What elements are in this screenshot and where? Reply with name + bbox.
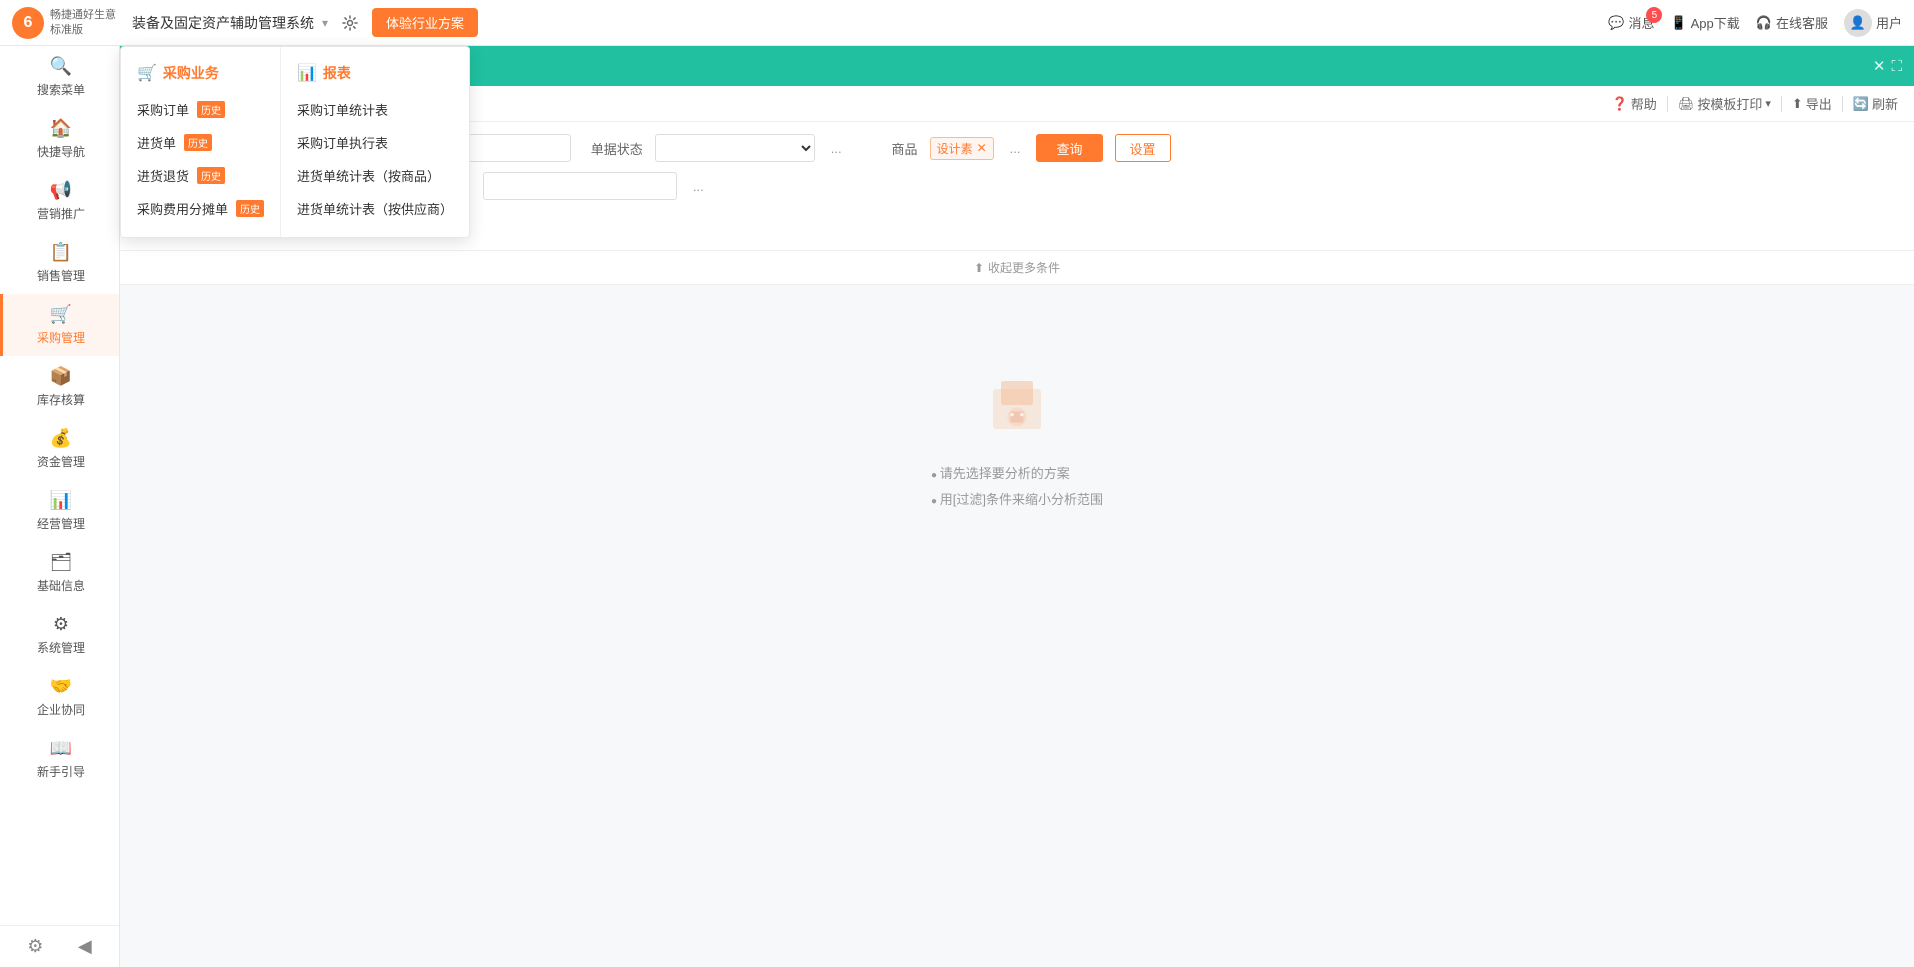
purchase-dropdown-menu: 🛒 采购业务 采购订单 历史 进货单 历史 进货退货 历史 采购费用分摊单 历史…: [120, 46, 470, 238]
basic-icon: 🗂: [50, 552, 73, 573]
product-tag: 设计素 ✕: [930, 137, 994, 160]
collapse-btn[interactable]: ⬆ 收起更多条件: [974, 259, 1060, 276]
export-icon: ⬆: [1792, 96, 1803, 112]
doc-status-select[interactable]: [655, 134, 815, 162]
export-btn[interactable]: ⬆ 导出: [1792, 94, 1832, 113]
print-icon: 🖨: [1678, 96, 1695, 112]
app-download-btn[interactable]: 📱 App下载: [1670, 13, 1739, 32]
menu-item-inbound-stat-product[interactable]: 进货单统计表（按商品）: [281, 159, 469, 192]
dropdown-col-business: 🛒 采购业务 采购订单 历史 进货单 历史 进货退货 历史 采购费用分摊单 历史: [121, 47, 281, 237]
system-icon: ⚙: [53, 614, 69, 635]
menu-item-purchase-order[interactable]: 采购订单 历史: [121, 93, 280, 126]
history-badge-3: 历史: [236, 200, 264, 217]
coop-icon: 🤝: [50, 676, 72, 697]
query-btn[interactable]: 查询: [1036, 134, 1102, 162]
sidebar-item-search[interactable]: 🔍 搜索菜单: [0, 46, 119, 108]
salesperson-dots[interactable]: ...: [689, 179, 708, 194]
sidebar-item-coop[interactable]: 🤝 企业协同: [0, 666, 119, 728]
sidebar-bottom: ⚙ ◀: [0, 925, 119, 967]
menu-item-order-exec[interactable]: 采购订单执行表: [281, 126, 469, 159]
empty-tip-1: 请先选择要分析的方案: [931, 461, 1103, 487]
headset-icon: 🎧: [1756, 15, 1772, 31]
top-right: 💬 消息 5 📱 App下载 🎧 在线客服 👤 用户: [1608, 9, 1902, 37]
sidebar-item-sales[interactable]: 📋 销售管理: [0, 232, 119, 294]
help-icon: ❓: [1612, 96, 1628, 112]
system-title-area: 装备及固定资产辅助管理系统 ▾ 体验行业方案: [132, 8, 1608, 37]
tab-maximize-icon[interactable]: ⛶: [1891, 58, 1902, 75]
tab-right-icons: ✕ ⛶: [1861, 46, 1914, 86]
collapse-row: ⬆ 收起更多条件: [120, 251, 1914, 285]
industry-btn[interactable]: 体验行业方案: [372, 8, 478, 37]
capital-icon: 💰: [50, 428, 72, 449]
tab-minimize-icon[interactable]: ✕: [1873, 57, 1886, 75]
doc-status-dots[interactable]: ...: [827, 141, 846, 156]
dropdown-col-business-header: 🛒 采购业务: [121, 59, 280, 93]
user-btn[interactable]: 👤 用户: [1844, 9, 1902, 37]
sidebar-item-basic[interactable]: 🗂 基础信息: [0, 542, 119, 604]
sidebar-item-system[interactable]: ⚙ 系统管理: [0, 604, 119, 666]
empty-tips: 请先选择要分析的方案 用[过滤]条件来缩小分析范围: [931, 461, 1103, 513]
menu-item-inbound-stat-supplier[interactable]: 进货单统计表（按供应商）: [281, 192, 469, 225]
menu-item-return[interactable]: 进货退货 历史: [121, 159, 280, 192]
phone-icon: 📱: [1670, 15, 1686, 31]
home-icon: 🏠: [50, 118, 72, 139]
inventory-icon: 📦: [50, 366, 72, 387]
history-badge-0: 历史: [197, 101, 225, 118]
settings-icon-btn[interactable]: [336, 9, 364, 37]
user-avatar: 👤: [1844, 9, 1872, 37]
purchase-business-icon: 🛒: [137, 63, 157, 83]
purchase-icon: 🛒: [50, 304, 72, 325]
marketing-icon: 📢: [50, 180, 72, 201]
empty-illustration: [977, 365, 1057, 445]
sidebar-item-quicknav[interactable]: 🏠 快捷导航: [0, 108, 119, 170]
menu-item-order-stat[interactable]: 采购订单统计表: [281, 93, 469, 126]
doc-status-label: 单据状态: [583, 139, 643, 158]
operation-icon: 📊: [50, 490, 72, 511]
sidebar-item-inventory[interactable]: 📦 库存核算: [0, 356, 119, 418]
logo-area: 6 畅捷通好生意 标准版: [12, 7, 132, 39]
history-badge-1: 历史: [184, 134, 212, 151]
print-arrow-icon: ▾: [1765, 97, 1771, 110]
settings-btn[interactable]: 设置: [1115, 134, 1171, 162]
print-btn[interactable]: 🖨 按模板打印 ▾: [1678, 94, 1771, 113]
sidebar-item-capital[interactable]: 💰 资金管理: [0, 418, 119, 480]
empty-tip-2: 用[过滤]条件来缩小分析范围: [931, 487, 1103, 513]
online-service-btn[interactable]: 🎧 在线客服: [1756, 13, 1828, 32]
guide-icon: 📖: [50, 738, 72, 759]
system-title: 装备及固定资产辅助管理系统: [132, 13, 314, 33]
message-btn[interactable]: 💬 消息 5: [1608, 13, 1654, 32]
sidebar-item-purchase[interactable]: 🛒 采购管理: [0, 294, 119, 356]
report-icon: 📊: [297, 63, 317, 83]
sidebar-settings-btn[interactable]: ⚙: [27, 936, 43, 957]
logo-text: 畅捷通好生意 标准版: [50, 8, 116, 37]
sidebar-item-marketing[interactable]: 📢 营销推广: [0, 170, 119, 232]
logo-icon: 6: [12, 7, 44, 39]
search-icon: 🔍: [50, 56, 72, 77]
salesperson-input[interactable]: [483, 172, 677, 200]
empty-state: 请先选择要分析的方案 用[过滤]条件来缩小分析范围: [120, 285, 1914, 593]
dropdown-col-report-header: 📊 报表: [281, 59, 469, 93]
message-icon: 💬: [1608, 15, 1624, 31]
help-btn[interactable]: ❓ 帮助: [1612, 94, 1657, 113]
refresh-icon: 🔄: [1853, 96, 1869, 112]
menu-item-inbound[interactable]: 进货单 历史: [121, 126, 280, 159]
refresh-btn[interactable]: 🔄 刷新: [1853, 94, 1898, 113]
top-bar: 6 畅捷通好生意 标准版 装备及固定资产辅助管理系统 ▾ 体验行业方案 💬 消息…: [0, 0, 1914, 46]
dropdown-col-report: 📊 报表 采购订单统计表 采购订单执行表 进货单统计表（按商品） 进货单统计表（…: [281, 47, 469, 237]
sidebar-item-operation[interactable]: 📊 经营管理: [0, 480, 119, 542]
history-badge-2: 历史: [197, 167, 225, 184]
product-tag-close[interactable]: ✕: [977, 141, 987, 155]
product-label: 商品: [858, 139, 918, 158]
menu-item-expense[interactable]: 采购费用分摊单 历史: [121, 192, 280, 225]
message-badge: 5: [1646, 7, 1662, 23]
collapse-up-icon: ⬆: [974, 261, 984, 275]
product-dots[interactable]: ...: [1006, 141, 1025, 156]
sidebar: 🔍 搜索菜单 🏠 快捷导航 📢 营销推广 📋 销售管理 🛒 采购管理 📦 库存核…: [0, 46, 120, 967]
sidebar-collapse-btn[interactable]: ◀: [78, 936, 92, 957]
sidebar-item-guide[interactable]: 📖 新手引导: [0, 728, 119, 790]
system-title-arrow-icon[interactable]: ▾: [322, 16, 328, 30]
sales-icon: 📋: [50, 242, 72, 263]
